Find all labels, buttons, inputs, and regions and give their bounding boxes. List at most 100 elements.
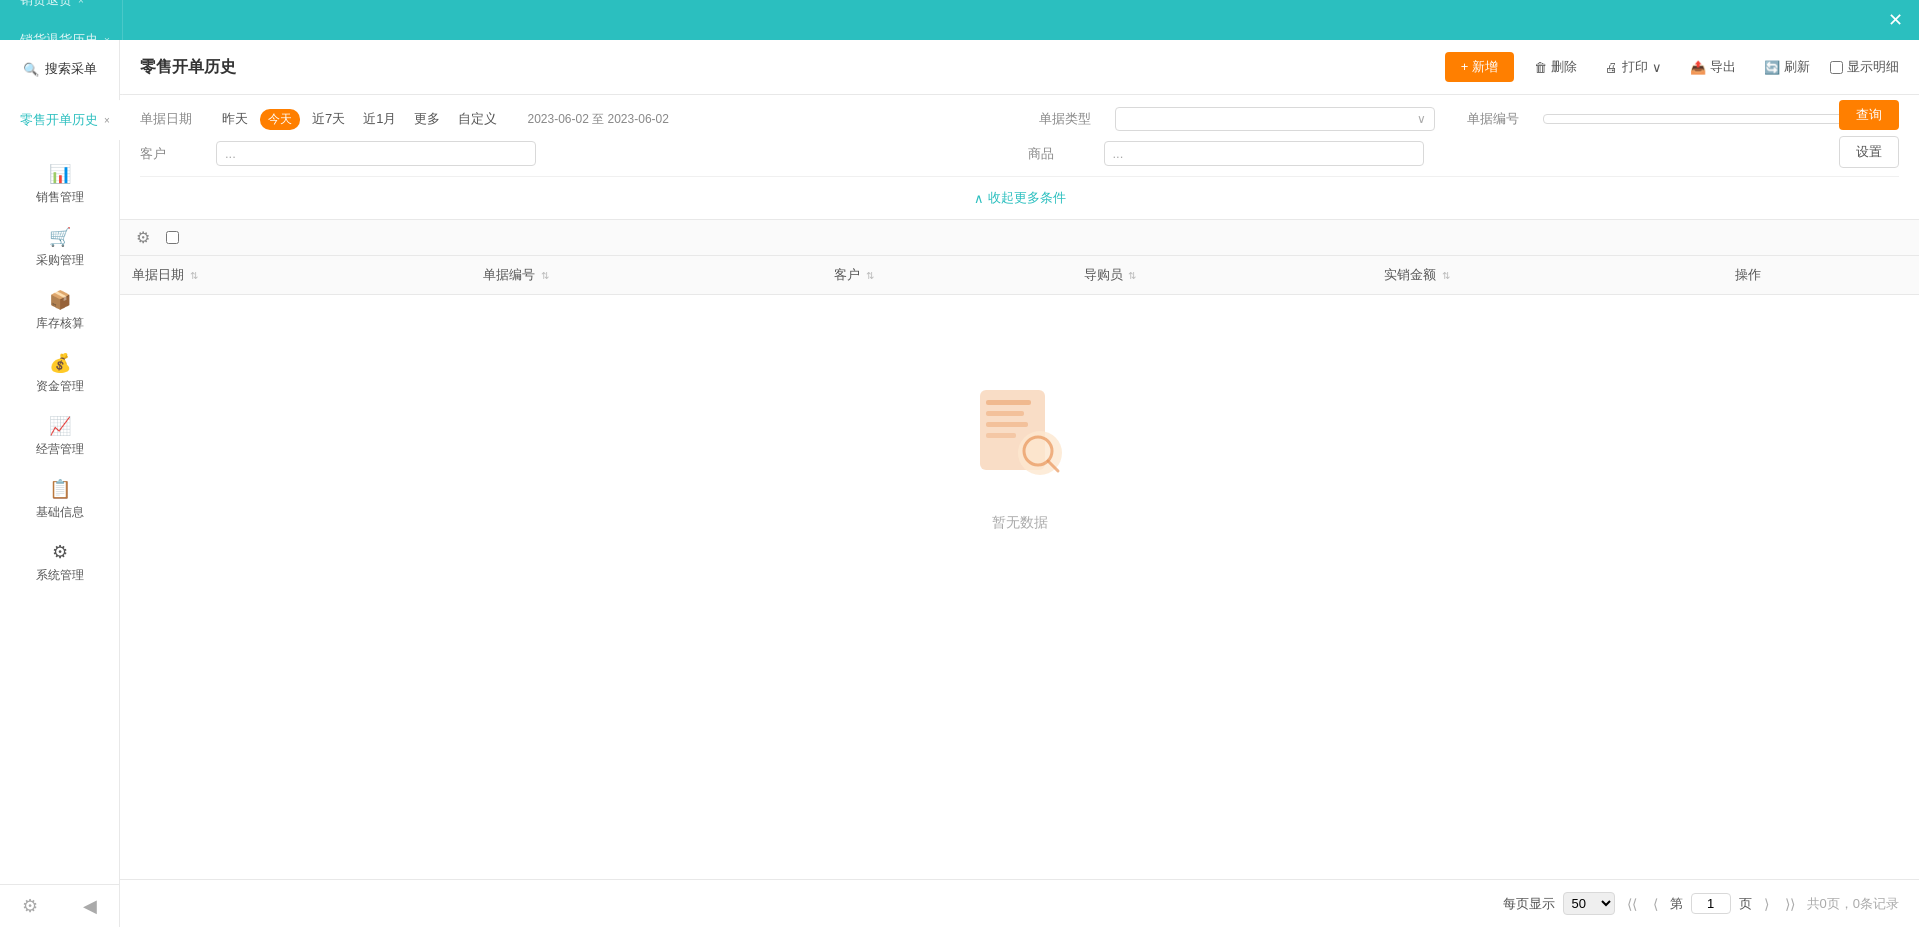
col-header-salesperson[interactable]: 导购员 ⇅ [1072, 256, 1372, 295]
refresh-icon: 🔄 [1764, 60, 1780, 75]
page-title: 零售开单历史 [140, 57, 236, 78]
date-btn-近1月[interactable]: 近1月 [357, 108, 402, 130]
sidebar: 🔍搜索采单⚡快捷导航📊销售管理🛒采购管理📦库存核算💰资金管理📈经营管理📋基础信息… [0, 40, 120, 927]
filter-row-2: 客户 ... 商品 ... [140, 141, 1899, 166]
empty-illustration [960, 375, 1080, 498]
print-icon: 🖨 [1605, 60, 1618, 75]
delete-icon: 🗑 [1534, 60, 1547, 75]
last-page-button[interactable]: ⟩⟩ [1781, 894, 1799, 914]
operations-label: 经营管理 [36, 441, 84, 458]
display-detail-input[interactable] [1830, 61, 1843, 74]
tab-close-sales-return-history[interactable]: × [104, 35, 110, 46]
delete-button[interactable]: 🗑 删除 [1526, 54, 1585, 80]
sidebar-menu: 🔍搜索采单⚡快捷导航📊销售管理🛒采购管理📦库存核算💰资金管理📈经营管理📋基础信息… [0, 40, 119, 884]
collapse-icon: ∧ [974, 191, 984, 206]
tab-sales-return[interactable]: 销货退货× [8, 0, 123, 20]
setting-button[interactable]: 设置 [1839, 136, 1899, 168]
prev-page-button[interactable]: ⟨ [1649, 894, 1662, 914]
top-bar-right: ✕ [1880, 9, 1911, 31]
finance-icon: 💰 [49, 352, 71, 374]
table-area: ⚙ 单据日期 ⇅单据编号 ⇅客户 ⇅导购员 ⇅实销金额 ⇅操作 [120, 220, 1919, 879]
sales-icon: 📊 [49, 163, 71, 185]
query-button[interactable]: 查询 [1839, 100, 1899, 130]
sort-icon-customer: ⇅ [866, 270, 874, 281]
col-header-customer[interactable]: 客户 ⇅ [822, 256, 1071, 295]
sidebar-item-purchase[interactable]: 🛒 采购管理 [0, 216, 119, 279]
tab-retail-open-history[interactable]: 零售开单历史× [8, 100, 123, 140]
sidebar-item-base[interactable]: 📋基础信息 [0, 468, 119, 531]
tab-retail-open[interactable]: 零售开单× [8, 60, 123, 100]
export-button[interactable]: 📤 导出 [1682, 54, 1744, 80]
table-header: 单据日期 ⇅单据编号 ⇅客户 ⇅导购员 ⇅实销金额 ⇅操作 [120, 256, 1919, 295]
sidebar-bottom: ⚙ ◀ [0, 884, 119, 927]
tab-sales-return-history[interactable]: 销货退货历史× [8, 20, 123, 60]
collapse-button[interactable]: ∧ 收起更多条件 [974, 189, 1066, 207]
page-header: 零售开单历史 + 新增 🗑 删除 🖨 打印 ∨ 📤 导出 🔄 [120, 40, 1919, 95]
col-header-number[interactable]: 单据编号 ⇅ [471, 256, 822, 295]
data-table: 单据日期 ⇅单据编号 ⇅客户 ⇅导购员 ⇅实销金额 ⇅操作 [120, 256, 1919, 295]
tabs-container: 首页销售订单×销货退货×销货退货历史×零售开单×零售开单历史× [8, 0, 123, 140]
date-btn-昨天[interactable]: 昨天 [216, 108, 254, 130]
inventory-icon: 📦 [49, 289, 71, 311]
date-label: 单据日期 [140, 110, 200, 128]
window-close-icon[interactable]: ✕ [1880, 9, 1911, 31]
export-icon: 📤 [1690, 60, 1706, 75]
sales-label: 销售管理 [36, 189, 84, 206]
base-label: 基础信息 [36, 504, 84, 521]
date-btn-今天[interactable]: 今天 [260, 109, 300, 130]
empty-state: 暂无数据 [120, 295, 1919, 612]
print-dropdown-icon[interactable]: ∨ [1652, 60, 1662, 75]
type-select[interactable]: ∨ [1115, 107, 1435, 131]
sidebar-settings-icon[interactable]: ⚙ [22, 895, 38, 917]
page-input[interactable]: 1 [1691, 893, 1731, 914]
customer-input[interactable]: ... [216, 141, 536, 166]
sidebar-item-finance[interactable]: 💰资金管理 [0, 342, 119, 405]
date-range: 2023-06-02 至 2023-06-02 [527, 111, 668, 128]
tab-close-retail-open-history[interactable]: × [104, 115, 110, 126]
next-page-button[interactable]: ⟩ [1760, 894, 1773, 914]
svg-rect-1 [986, 400, 1031, 405]
main-layout: 🔍搜索采单⚡快捷导航📊销售管理🛒采购管理📦库存核算💰资金管理📈经营管理📋基础信息… [0, 40, 1919, 927]
refresh-button[interactable]: 🔄 刷新 [1756, 54, 1818, 80]
sort-icon-amount: ⇅ [1442, 270, 1450, 281]
sidebar-item-system[interactable]: ⚙ 系统管理 [0, 531, 119, 594]
purchase-icon: 🛒 [49, 226, 71, 248]
sort-icon-salesperson: ⇅ [1128, 270, 1136, 281]
col-header-action: 操作 [1723, 256, 1919, 295]
date-btn-更多[interactable]: 更多 [408, 108, 446, 130]
total-info: 共0页，0条记录 [1807, 895, 1899, 913]
sidebar-collapse-icon[interactable]: ◀ [83, 895, 97, 917]
display-detail-checkbox[interactable]: 显示明细 [1830, 58, 1899, 76]
sidebar-item-operations[interactable]: 📈经营管理 [0, 405, 119, 468]
first-page-button[interactable]: ⟨⟨ [1623, 894, 1641, 914]
col-header-date[interactable]: 单据日期 ⇅ [120, 256, 471, 295]
empty-text: 暂无数据 [992, 514, 1048, 532]
print-button[interactable]: 🖨 打印 ∨ [1597, 54, 1670, 80]
type-select-arrow: ∨ [1417, 112, 1426, 126]
top-bar: 首页销售订单×销货退货×销货退货历史×零售开单×零售开单历史× ✕ [0, 0, 1919, 40]
type-label: 单据类型 [1039, 110, 1099, 128]
content-area: 零售开单历史 + 新增 🗑 删除 🖨 打印 ∨ 📤 导出 🔄 [120, 40, 1919, 927]
sidebar-item-inventory[interactable]: 📦库存核算 [0, 279, 119, 342]
goods-input[interactable]: ... [1104, 141, 1424, 166]
date-btn-自定义[interactable]: 自定义 [452, 108, 503, 130]
header-actions: + 新增 🗑 删除 🖨 打印 ∨ 📤 导出 🔄 刷新 [1445, 52, 1899, 82]
add-button[interactable]: + 新增 [1445, 52, 1514, 82]
date-btn-近7天[interactable]: 近7天 [306, 108, 351, 130]
date-shortcuts: 昨天今天近7天近1月更多自定义 [216, 108, 503, 130]
tab-close-retail-open[interactable]: × [78, 75, 84, 86]
svg-rect-4 [986, 433, 1016, 438]
system-label: 系统管理 [36, 567, 84, 584]
table-settings-icon[interactable]: ⚙ [136, 228, 150, 247]
col-header-amount[interactable]: 实销金额 ⇅ [1372, 256, 1723, 295]
system-icon: ⚙ [52, 541, 68, 563]
filter-area: 单据日期 昨天今天近7天近1月更多自定义 2023-06-02 至 2023-0… [120, 95, 1919, 220]
goods-label: 商品 [1028, 145, 1088, 163]
sidebar-item-sales[interactable]: 📊 销售管理 [0, 153, 119, 216]
customer-label: 客户 [140, 145, 200, 163]
tab-close-sales-return[interactable]: × [78, 0, 84, 6]
select-all-checkbox[interactable] [166, 231, 179, 244]
per-page-select[interactable]: 102050100 [1563, 892, 1615, 915]
purchase-label: 采购管理 [36, 252, 84, 269]
table-toolbar: ⚙ [120, 220, 1919, 256]
